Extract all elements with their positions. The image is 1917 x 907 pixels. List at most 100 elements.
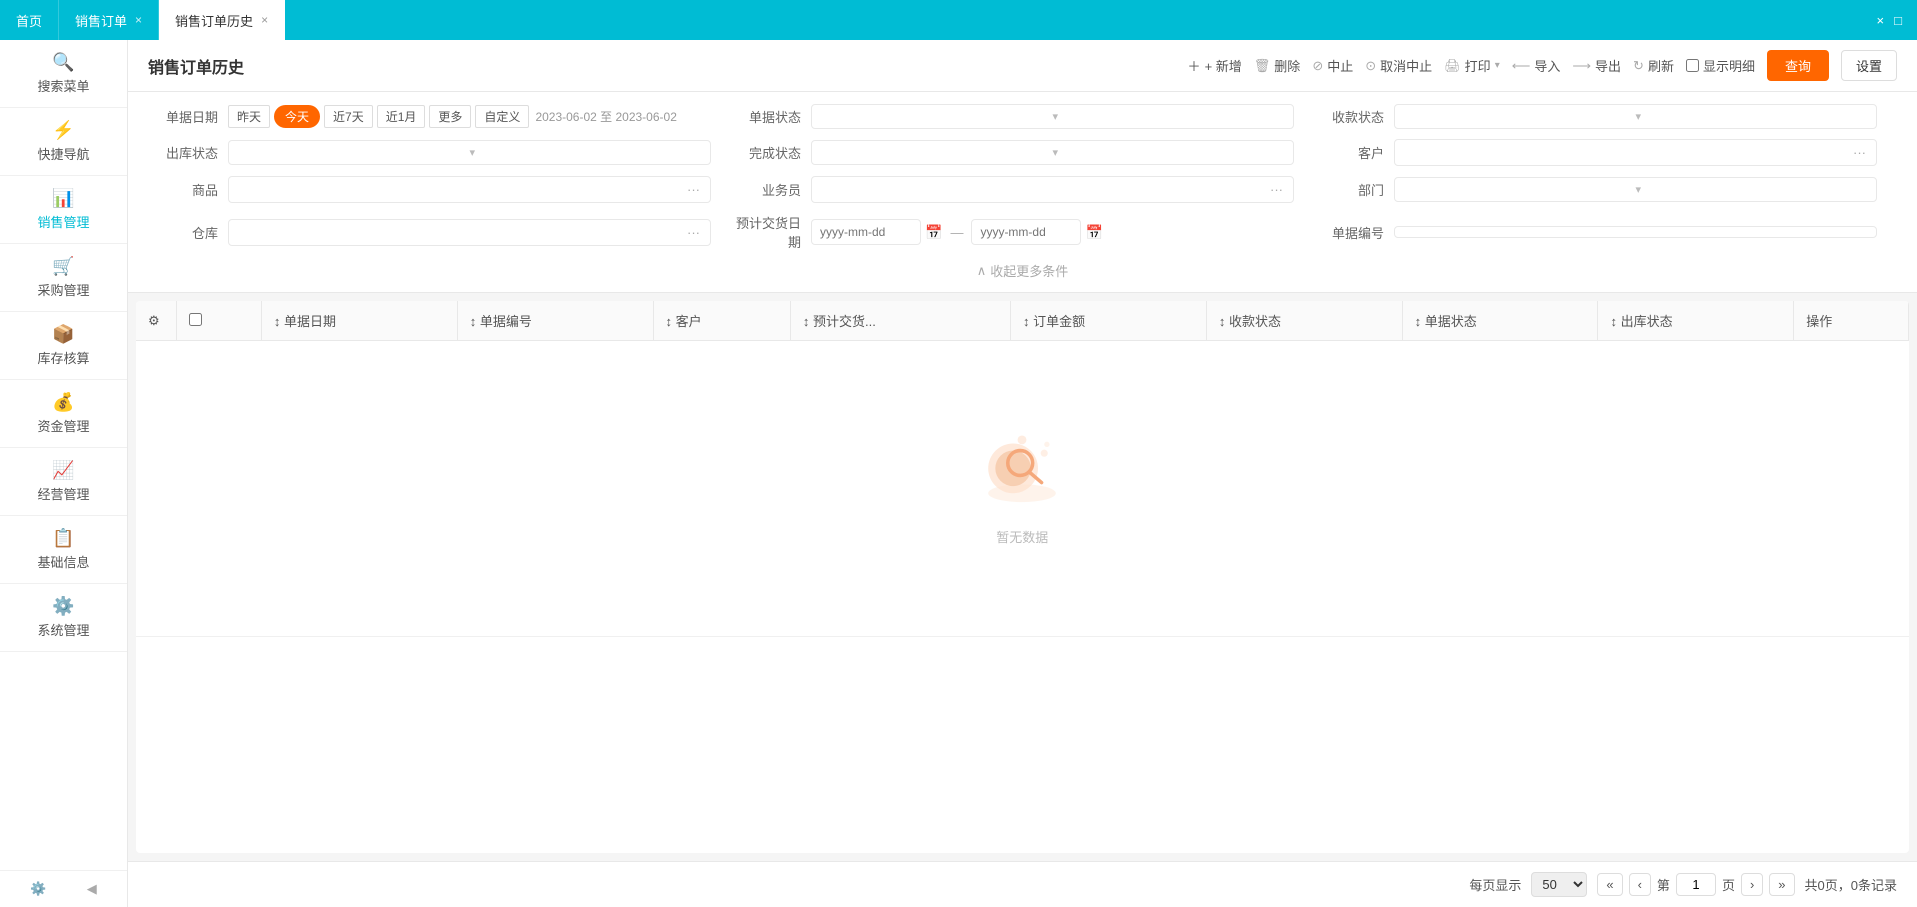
sidebar-item-finance[interactable]: 💰 资金管理 — [0, 380, 127, 448]
date-range-text: 2023-06-02 至 2023-06-02 — [535, 108, 676, 125]
import-button[interactable]: ⟵ 导入 — [1512, 56, 1561, 75]
sidebar-item-system[interactable]: ⚙️ 系统管理 — [0, 584, 127, 652]
topbar-close-icon[interactable]: × — [1877, 13, 1885, 28]
th-customer: ↕ 客户 — [653, 301, 790, 341]
top-bar: 首页 销售订单 × 销售订单历史 × × □ — [0, 0, 1917, 40]
topbar-restore-icon[interactable]: □ — [1894, 13, 1902, 28]
goods-input[interactable]: ··· — [228, 176, 711, 203]
department-arrow: ▾ — [1636, 183, 1867, 196]
per-page-select[interactable]: 10 20 50 100 — [1531, 872, 1587, 897]
date-btn-yesterday[interactable]: 昨天 — [228, 105, 270, 128]
department-select[interactable]: ▾ — [1394, 177, 1877, 202]
sidebar-item-operations[interactable]: 📈 经营管理 — [0, 448, 127, 516]
order-number-label: 单据编号 — [1314, 223, 1394, 242]
tab-sales-order-history-close[interactable]: × — [261, 13, 268, 27]
delivery-date-control: 📅 — 📅 — [811, 219, 1294, 245]
th-order-status-label: ↕ 单据状态 — [1415, 314, 1477, 329]
pagination: « ‹ 第 页 › » — [1597, 873, 1794, 896]
delivery-status-select[interactable]: ▾ — [228, 140, 711, 165]
salesperson-input[interactable]: ··· — [811, 176, 1294, 203]
warehouse-control: ··· — [228, 219, 711, 246]
order-status-select[interactable]: ▾ — [811, 104, 1294, 129]
stop-button[interactable]: ⊘ 中止 — [1312, 56, 1353, 75]
last-page-button[interactable]: » — [1769, 873, 1794, 896]
system-icon: ⚙️ — [52, 596, 74, 617]
sidebar-item-operations-label: 经营管理 — [37, 484, 89, 503]
customer-more-icon[interactable]: ··· — [1853, 145, 1866, 160]
payment-status-select[interactable]: ▾ — [1394, 104, 1877, 129]
sidebar-item-inventory[interactable]: 📦 库存核算 — [0, 312, 127, 380]
sidebar-item-sales[interactable]: 📊 销售管理 — [0, 176, 127, 244]
sidebar-item-sales-label: 销售管理 — [37, 212, 89, 231]
collapse-text: 收起更多条件 — [990, 261, 1068, 280]
print-button[interactable]: 🖨 打印 ▾ — [1444, 56, 1500, 75]
new-button[interactable]: ＋ + 新增 — [1188, 56, 1242, 75]
filter-row-4: 仓库 ··· 预计交货日期 📅 — 📅 单据编号 — [148, 213, 1897, 251]
date-btn-custom[interactable]: 自定义 — [475, 105, 529, 128]
delivery-status-control: ▾ — [228, 140, 711, 165]
th-delivery-status: ↕ 出库状态 — [1598, 301, 1794, 341]
sidebar-item-quicknav[interactable]: ⚡ 快捷导航 — [0, 108, 127, 176]
delete-button[interactable]: 🗑 删除 — [1254, 56, 1301, 75]
order-number-input[interactable] — [1394, 226, 1877, 238]
completion-status-control: ▾ — [811, 140, 1294, 165]
topbar-right: × □ — [1872, 13, 1917, 28]
goods-more-icon[interactable]: ··· — [687, 182, 700, 197]
date-btn-today[interactable]: 今天 — [274, 105, 320, 128]
page-suffix: 页 — [1722, 875, 1735, 894]
order-status-control: ▾ — [811, 104, 1294, 129]
page-input[interactable] — [1676, 873, 1716, 896]
search-button[interactable]: 查询 — [1767, 50, 1829, 81]
tab-sales-order[interactable]: 销售订单 × — [59, 0, 159, 40]
warehouse-more-icon[interactable]: ··· — [687, 225, 700, 240]
new-label: + 新增 — [1205, 56, 1242, 75]
export-button[interactable]: ⟶ 导出 — [1572, 56, 1621, 75]
cancel-stop-button[interactable]: ⊙ 取消中止 — [1365, 56, 1432, 75]
department-control: ▾ — [1394, 177, 1877, 202]
payment-status-control: ▾ — [1394, 104, 1877, 129]
calendar-to-icon[interactable]: 📅 — [1085, 224, 1102, 241]
sidebar-settings-icon[interactable]: ⚙️ — [30, 881, 46, 897]
next-page-button[interactable]: › — [1741, 873, 1763, 896]
th-order-no: ↕ 单据编号 — [457, 301, 653, 341]
settings-button[interactable]: 设置 — [1841, 50, 1897, 81]
refresh-label: 刷新 — [1648, 56, 1674, 75]
sidebar-collapse-icon[interactable]: ◀ — [87, 881, 97, 897]
collapse-link[interactable]: ∧ 收起更多条件 — [148, 261, 1897, 280]
date-btn-more[interactable]: 更多 — [429, 105, 471, 128]
display-detail-checkbox[interactable] — [1686, 59, 1699, 72]
completion-status-select[interactable]: ▾ — [811, 140, 1294, 165]
delivery-date-from[interactable] — [811, 219, 921, 245]
department-label: 部门 — [1314, 180, 1394, 199]
first-page-button[interactable]: « — [1597, 873, 1622, 896]
tab-sales-order-history[interactable]: 销售订单历史 × — [159, 0, 285, 40]
table-settings-th[interactable]: ⚙ — [136, 301, 176, 341]
tab-sales-order-close[interactable]: × — [135, 13, 142, 27]
empty-state: 暂无数据 — [148, 351, 1897, 626]
customer-input[interactable]: ··· — [1394, 139, 1877, 166]
empty-text: 暂无数据 — [996, 527, 1048, 546]
new-icon: ＋ — [1188, 56, 1201, 75]
tab-home[interactable]: 首页 — [0, 0, 59, 40]
table-checkbox-th[interactable] — [176, 301, 261, 341]
display-detail-text: 显示明细 — [1703, 56, 1755, 75]
empty-cell: 暂无数据 — [136, 341, 1909, 637]
customer-control: ··· — [1394, 139, 1877, 166]
select-all-checkbox[interactable] — [189, 313, 202, 326]
sidebar-item-purchase[interactable]: 🛒 采购管理 — [0, 244, 127, 312]
salesperson-more-icon[interactable]: ··· — [1270, 182, 1283, 197]
sidebar-item-search[interactable]: 🔍 搜索菜单 — [0, 40, 127, 108]
date-btn-1month[interactable]: 近1月 — [377, 105, 426, 128]
sidebar: 🔍 搜索菜单 ⚡ 快捷导航 📊 销售管理 🛒 采购管理 📦 库存核算 💰 资金管… — [0, 40, 128, 907]
sales-icon: 📊 — [52, 188, 74, 209]
quicknav-icon: ⚡ — [52, 120, 74, 141]
page-header: 销售订单历史 ＋ + 新增 🗑 删除 ⊘ 中止 ⊙ 取消中止 — [128, 40, 1917, 92]
date-btn-7days[interactable]: 近7天 — [324, 105, 373, 128]
sidebar-item-basic-info[interactable]: 📋 基础信息 — [0, 516, 127, 584]
calendar-from-icon[interactable]: 📅 — [925, 224, 942, 241]
refresh-button[interactable]: ↻ 刷新 — [1633, 56, 1674, 75]
delivery-date-to[interactable] — [971, 219, 1081, 245]
warehouse-input[interactable]: ··· — [228, 219, 711, 246]
prev-page-button[interactable]: ‹ — [1629, 873, 1651, 896]
cancel-stop-icon: ⊙ — [1365, 58, 1376, 74]
